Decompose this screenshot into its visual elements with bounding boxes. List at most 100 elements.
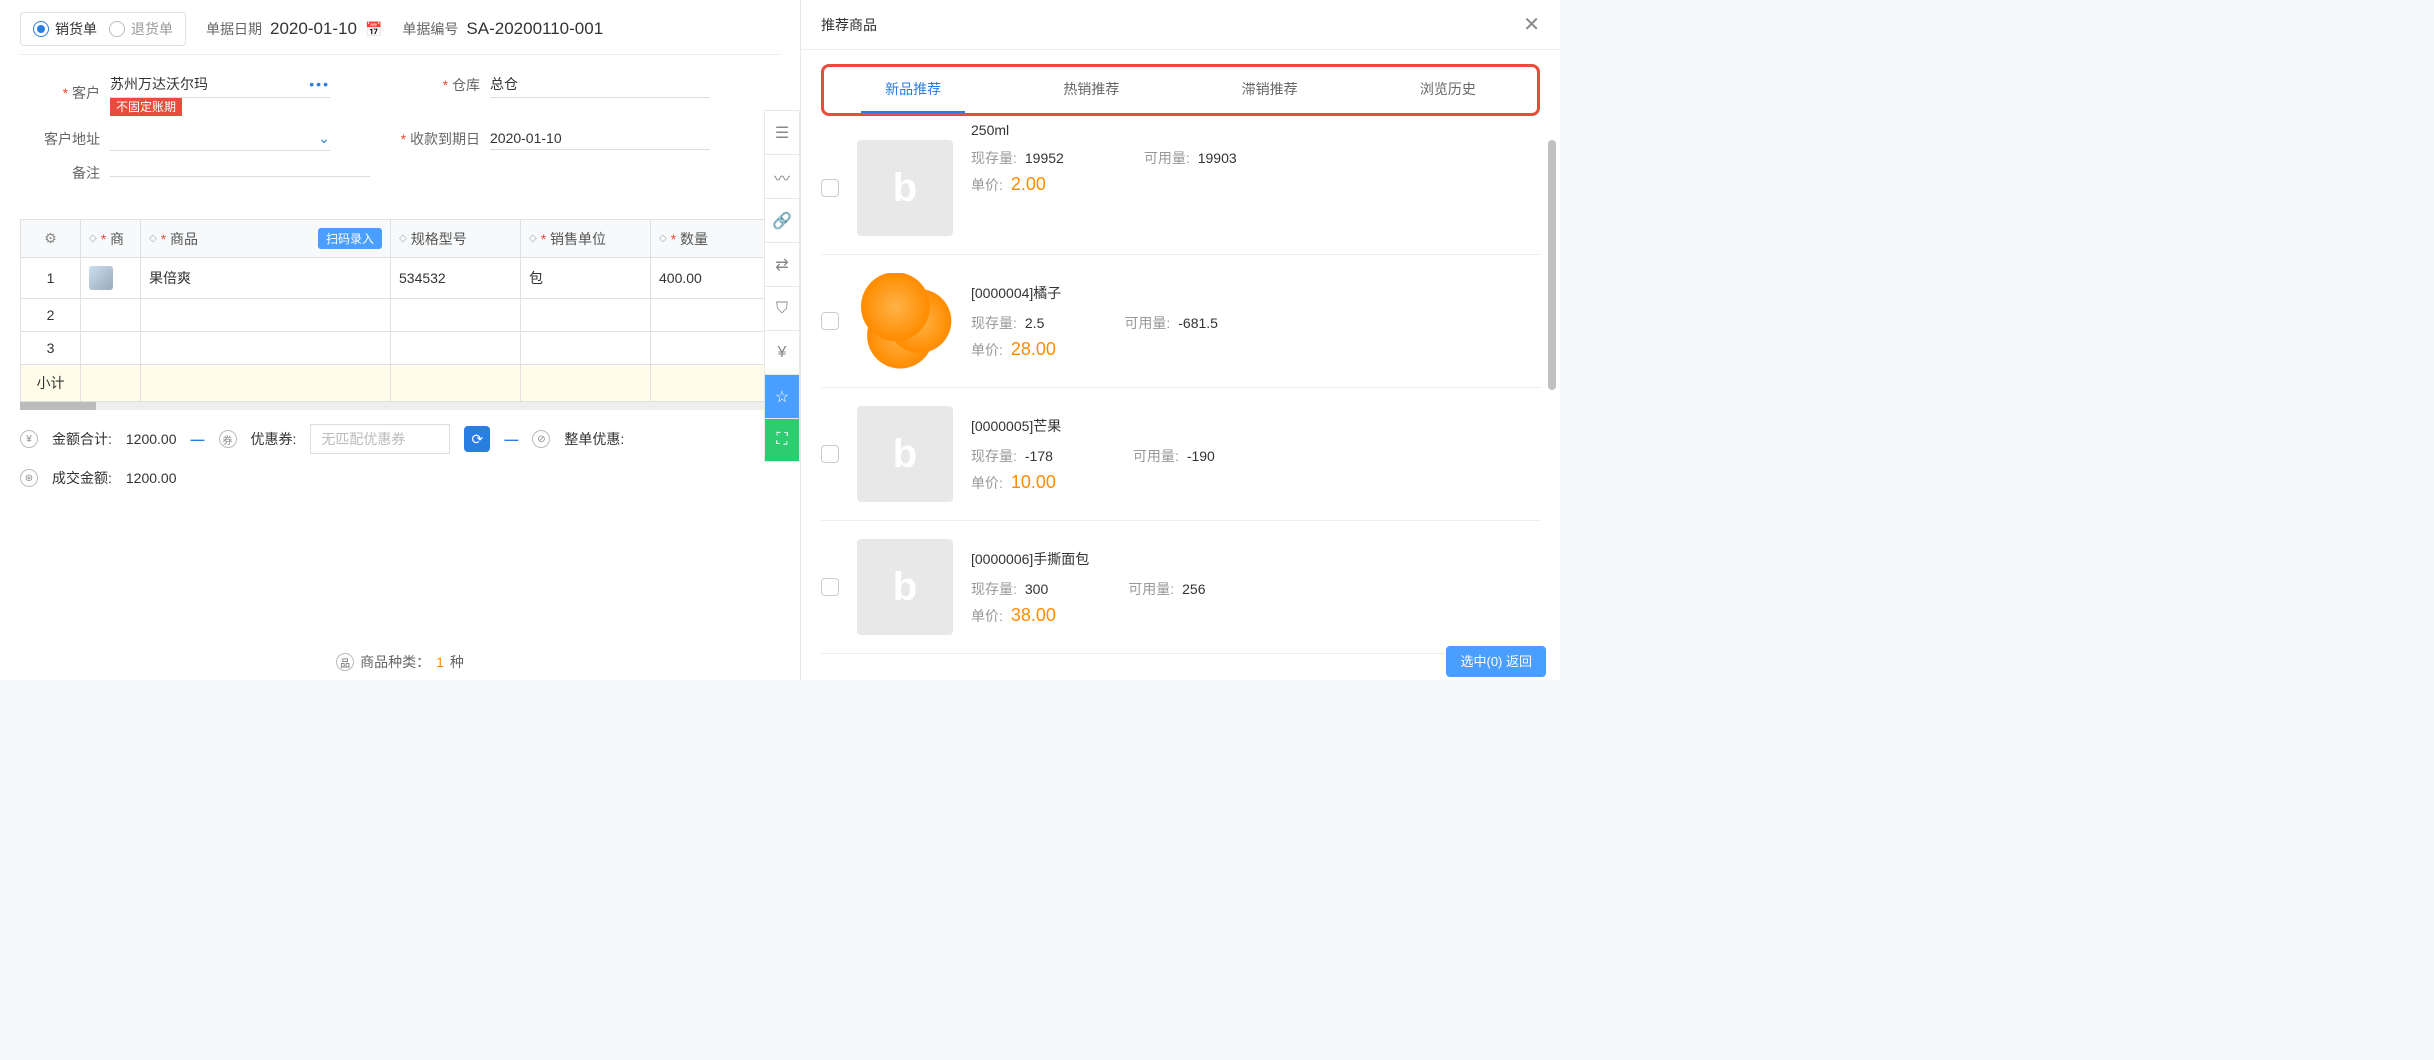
sort-icon[interactable]: ◇ — [149, 233, 157, 244]
row-num: 3 — [21, 332, 81, 364]
price-value: 28.00 — [1011, 339, 1056, 359]
product-image — [857, 273, 953, 369]
kinds-value: 1 — [436, 654, 444, 670]
tab-sales[interactable]: 销货单 — [33, 19, 97, 39]
date-value[interactable]: 2020-01-10 — [270, 19, 357, 39]
remark-input[interactable] — [110, 170, 370, 177]
sort-icon[interactable]: ◇ — [399, 233, 407, 244]
select-return-button[interactable]: 选中(0) 返回 — [1446, 646, 1546, 677]
tab-slow[interactable]: 滞销推荐 — [1218, 67, 1322, 113]
col-unit[interactable]: 销售单位 — [541, 229, 606, 249]
tab-history[interactable]: 浏览历史 — [1396, 67, 1500, 113]
product-checkbox[interactable] — [821, 312, 839, 330]
tab-sales-label: 销货单 — [55, 19, 97, 39]
scan-button[interactable]: 扫码录入 — [318, 228, 382, 249]
tool-swap-icon[interactable]: ⇄ — [764, 242, 800, 286]
duedate-value: 2020-01-10 — [490, 130, 562, 146]
rec-tabs: 新品推荐 热销推荐 滞销推荐 浏览历史 — [821, 64, 1540, 116]
subtotal-label: 小计 — [21, 365, 81, 401]
line-items-grid: ⚙ ◇ 商 ◇ 商品 扫码录入 ◇ 规格型号 ◇ 销售单位 ◇ 数量 1 果倍爽 53453… — [20, 219, 780, 402]
customer-label: 客户 — [20, 83, 100, 103]
col-product[interactable]: 商品 — [161, 229, 198, 249]
product-name: [0000006]手撕面包 — [971, 549, 1540, 569]
h-scrollbar[interactable] — [20, 402, 780, 410]
cell-spec[interactable]: 534532 — [391, 258, 521, 298]
price-value: 2.00 — [1011, 174, 1046, 194]
tool-shield-icon[interactable]: ⛉ — [764, 286, 800, 330]
product-name: [0000005]芒果 — [971, 416, 1540, 436]
cell-unit[interactable]: 包 — [521, 258, 651, 298]
col-shang[interactable]: 商 — [101, 229, 124, 249]
tool-star-icon[interactable]: ☆ — [764, 374, 800, 418]
date-label: 单据日期 — [206, 19, 262, 39]
deal-label: 成交金额: — [52, 468, 112, 488]
account-badge: 不固定账期 — [110, 98, 182, 116]
customer-value: 苏州万达沃尔玛 — [110, 74, 208, 94]
duedate-input[interactable]: 2020-01-10 — [490, 127, 710, 150]
remark-label: 备注 — [20, 163, 100, 183]
col-qty[interactable]: 数量 — [671, 229, 708, 249]
amount-label: 金额合计: — [52, 429, 112, 449]
warehouse-value: 总仓 — [490, 74, 518, 94]
product-image: b — [857, 140, 953, 236]
side-toolbar: ☰ 〰 🔗 ⇄ ⛉ ¥ ☆ ⛶ — [764, 110, 800, 462]
table-row[interactable]: 3 — [21, 332, 779, 365]
sort-icon[interactable]: ◇ — [89, 233, 97, 244]
cell-qty[interactable]: 400.00 — [651, 258, 731, 298]
coupon-input[interactable]: 无匹配优惠券 — [310, 424, 450, 454]
deal-icon: ⊛ — [20, 469, 38, 487]
product-checkbox[interactable] — [821, 578, 839, 596]
col-spec[interactable]: 规格型号 — [411, 229, 467, 249]
avail-value: -190 — [1187, 448, 1215, 464]
radio-dot-icon — [109, 21, 125, 37]
table-row[interactable]: 1 果倍爽 534532 包 400.00 — [21, 258, 779, 299]
gear-icon[interactable]: ⚙ — [44, 230, 57, 247]
v-scrollbar[interactable] — [1548, 140, 1556, 390]
cell-product[interactable]: 果倍爽 — [141, 258, 391, 298]
price-value: 10.00 — [1011, 472, 1056, 492]
product-thumb-icon — [89, 266, 113, 290]
product-image: b — [857, 406, 953, 502]
address-input[interactable]: ⌄ — [110, 127, 330, 151]
tab-hot[interactable]: 热销推荐 — [1039, 67, 1143, 113]
tab-return-label: 退货单 — [131, 19, 173, 39]
deal-value: 1200.00 — [126, 470, 177, 486]
discount-icon: ⊘ — [532, 430, 550, 448]
product-name: 250ml — [971, 122, 1540, 138]
tool-expand-icon[interactable]: ⛶ — [764, 418, 800, 462]
product-item[interactable]: [0000004]橘子现存量:2.5可用量:-681.5单价:28.00 — [821, 255, 1540, 388]
product-item[interactable]: b[0000006]手撕面包现存量:300可用量:256单价:38.00 — [821, 521, 1540, 654]
stock-value: 19952 — [1025, 150, 1064, 166]
product-checkbox[interactable] — [821, 445, 839, 463]
warehouse-input[interactable]: 总仓 — [490, 71, 710, 98]
product-list[interactable]: b250ml现存量:19952可用量:19903单价:2.00[0000004]… — [801, 122, 1560, 680]
product-checkbox[interactable] — [821, 179, 839, 197]
tool-chart-icon[interactable]: 〰 — [764, 154, 800, 198]
table-row[interactable]: 2 — [21, 299, 779, 332]
subtotal-row: 小计 — [21, 365, 779, 401]
avail-value: 256 — [1182, 581, 1205, 597]
product-image: b — [857, 539, 953, 635]
product-item[interactable]: b250ml现存量:19952可用量:19903单价:2.00 — [821, 122, 1540, 255]
tool-link-icon[interactable]: 🔗 — [764, 198, 800, 242]
product-item[interactable]: b[0000005]芒果现存量:-178可用量:-190单价:10.00 — [821, 388, 1540, 521]
minus-icon: — — [191, 431, 205, 447]
sort-icon[interactable]: ◇ — [529, 233, 537, 244]
calendar-icon[interactable]: 📅 — [365, 21, 382, 38]
doc-no-label: 单据编号 — [402, 19, 458, 39]
kinds-icon: 品 — [336, 653, 354, 671]
avail-value: 19903 — [1198, 150, 1237, 166]
rec-title: 推荐商品 — [821, 15, 877, 35]
close-icon[interactable]: ✕ — [1523, 12, 1540, 37]
whole-discount-label: 整单优惠: — [564, 429, 624, 449]
tool-yen-icon[interactable]: ¥ — [764, 330, 800, 374]
tab-return[interactable]: 退货单 — [109, 19, 173, 39]
tool-list-icon[interactable]: ☰ — [764, 110, 800, 154]
more-icon[interactable]: ••• — [309, 76, 330, 92]
sort-icon[interactable]: ◇ — [659, 233, 667, 244]
stock-value: -178 — [1025, 448, 1053, 464]
refresh-icon[interactable]: ⟳ — [464, 426, 490, 452]
address-label: 客户地址 — [20, 129, 100, 149]
tab-new[interactable]: 新品推荐 — [861, 67, 965, 113]
customer-input[interactable]: 苏州万达沃尔玛 ••• — [110, 71, 330, 98]
